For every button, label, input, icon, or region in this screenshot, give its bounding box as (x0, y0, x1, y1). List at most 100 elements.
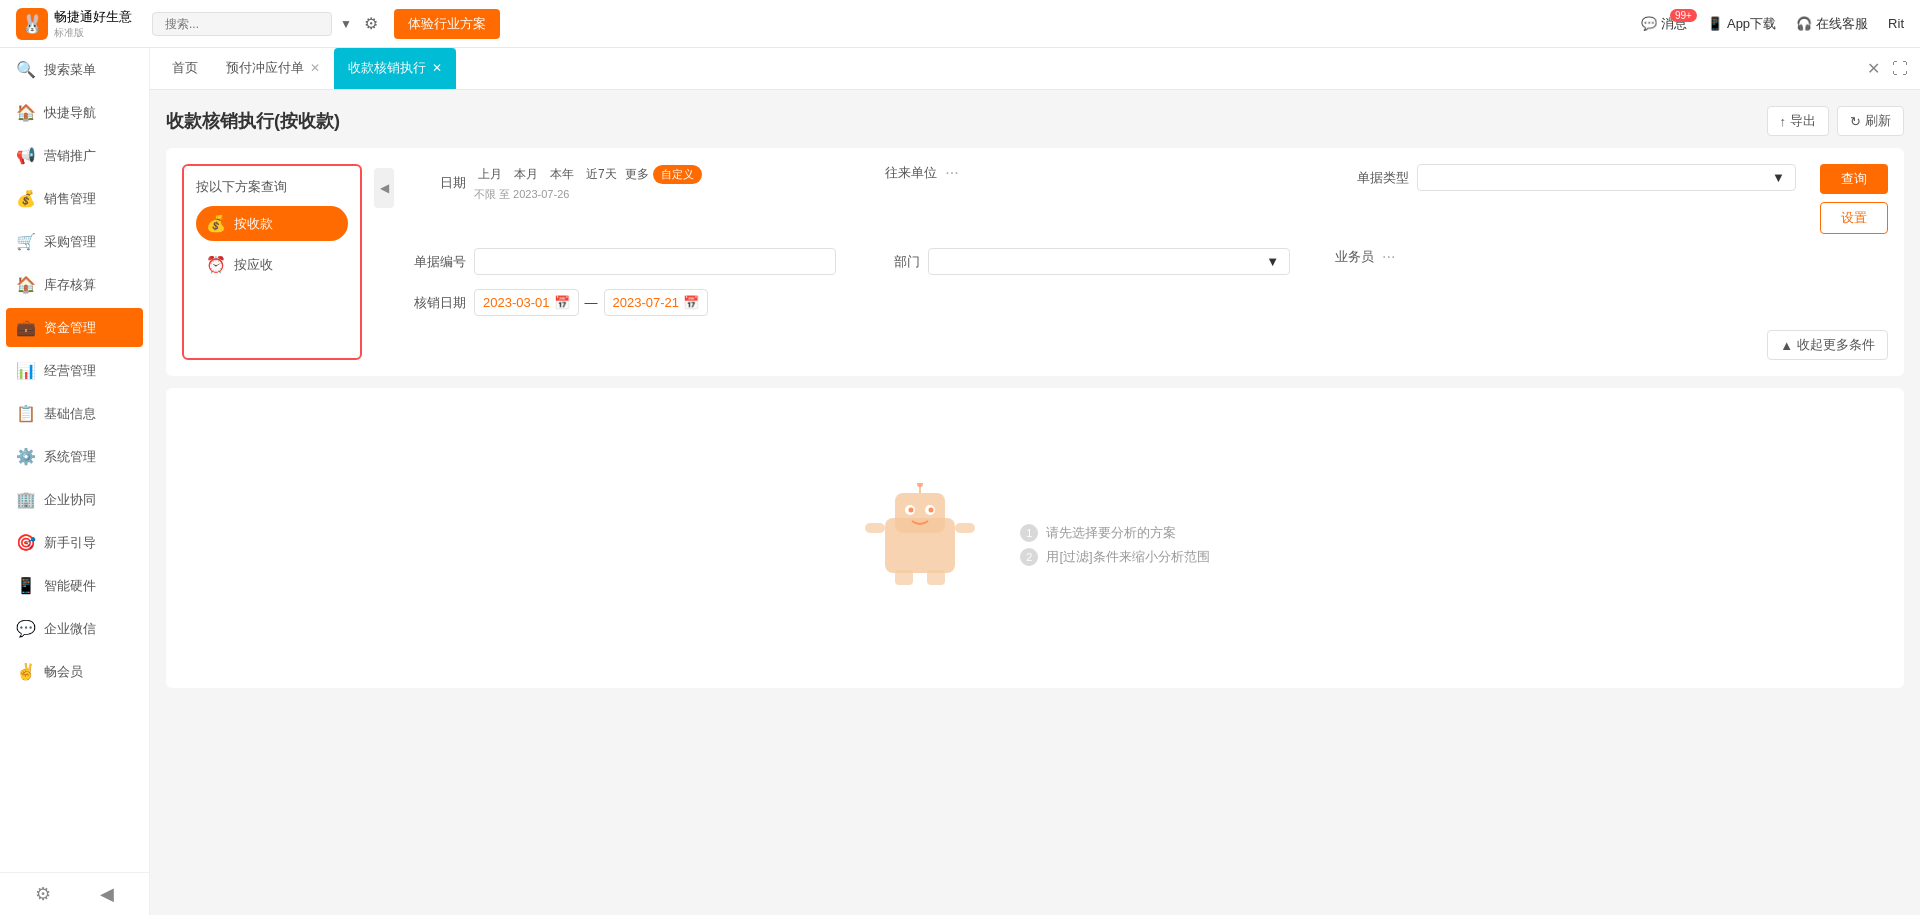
sidebar-item-inventory[interactable]: 🏠 库存核算 (0, 263, 149, 306)
filter-row-1: 日期 上月 本月 本年 近7天 更多 自定义 不限 至 (406, 164, 1888, 234)
sidebar-item-corp[interactable]: 🏢 企业协同 (0, 478, 149, 521)
inventory-icon: 🏠 (16, 275, 36, 294)
sidebar-label-system: 系统管理 (44, 448, 96, 466)
dept-select[interactable]: ▼ (928, 248, 1290, 275)
verify-date-start[interactable]: 2023-03-01 📅 (474, 289, 579, 316)
tip-num-2: 2 (1020, 548, 1038, 566)
page-title: 收款核销执行(按收款) (166, 109, 340, 133)
tab-home[interactable]: 首页 (158, 48, 212, 89)
operation-icon: 📊 (16, 361, 36, 380)
verify-date-end[interactable]: 2023-07-21 📅 (604, 289, 709, 316)
page-header: 收款核销执行(按收款) ↑ 导出 ↻ 刷新 (166, 106, 1904, 136)
sidebar-item-sales[interactable]: 💰 销售管理 (0, 177, 149, 220)
member-icon: ✌️ (16, 662, 36, 681)
setting-button[interactable]: 设置 (1820, 202, 1888, 234)
tab-bar-actions: ✕ ⛶ (1863, 55, 1912, 82)
logo-text-group: 畅捷通好生意 标准版 (54, 8, 132, 40)
empty-svg (860, 483, 980, 593)
filter-staff-group: 业务员 ··· (1314, 248, 1744, 266)
gear-icon[interactable]: ⚙ (364, 14, 378, 33)
page-content: 收款核销执行(按收款) ↑ 导出 ↻ 刷新 按以下方案查询 (150, 90, 1920, 915)
refresh-label: 刷新 (1865, 112, 1891, 130)
sidebar-item-wechat[interactable]: 💬 企业微信 (0, 607, 149, 650)
date-7days[interactable]: 近7天 (582, 164, 621, 185)
search-input[interactable] (152, 12, 332, 36)
system-icon: ⚙️ (16, 447, 36, 466)
sidebar-item-system[interactable]: ⚙️ 系统管理 (0, 435, 149, 478)
collapse-more-arrow: ▲ (1780, 338, 1793, 353)
receivable-option-label: 按应收 (234, 256, 273, 274)
purchase-icon: 🛒 (16, 232, 36, 251)
empty-tip-1: 1 请先选择要分析的方案 (1020, 524, 1209, 542)
staff-label: 业务员 (1314, 248, 1374, 266)
sidebar-item-basic[interactable]: 📋 基础信息 (0, 392, 149, 435)
empty-tip-2: 2 用[过滤]条件来缩小分析范围 (1020, 548, 1209, 566)
tab-receipt[interactable]: 收款核销执行 ✕ (334, 48, 456, 89)
tab-expand-icon[interactable]: ⛶ (1888, 56, 1912, 82)
date-this-year[interactable]: 本年 (546, 164, 578, 185)
hardware-icon: 📱 (16, 576, 36, 595)
settings-bottom-icon[interactable]: ⚙ (35, 883, 51, 905)
filter-docno-group: 单据编号 (406, 248, 836, 275)
tab-bar: 首页 预付冲应付单 ✕ 收款核销执行 ✕ ✕ ⛶ (150, 48, 1920, 90)
filter-panel-title: 按以下方案查询 (196, 178, 348, 196)
message-badge: 99+ (1670, 9, 1697, 22)
search-icon: 🔍 (16, 60, 36, 79)
filter-collapse-toggle[interactable]: ◀ (374, 168, 394, 208)
sidebar-item-hardware[interactable]: 📱 智能硬件 (0, 564, 149, 607)
sidebar-item-purchase[interactable]: 🛒 采购管理 (0, 220, 149, 263)
user-avatar[interactable]: Rit (1888, 16, 1904, 31)
doctype-select[interactable]: ▼ (1417, 164, 1796, 191)
sidebar-item-search[interactable]: 🔍 搜索菜单 (0, 48, 149, 91)
verify-end-value: 2023-07-21 (613, 295, 680, 310)
staff-dots[interactable]: ··· (1382, 248, 1395, 266)
top-bar: 🐰 畅捷通好生意 标准版 ▼ ⚙ 体验行业方案 💬 消息 99+ 📱 App下载… (0, 0, 1920, 48)
industry-solution-button[interactable]: 体验行业方案 (394, 9, 500, 39)
app-download[interactable]: 📱 App下载 (1707, 15, 1776, 33)
docno-input[interactable] (474, 248, 836, 275)
sidebar: 🔍 搜索菜单 🏠 快捷导航 📢 营销推广 💰 销售管理 🛒 采购管理 🏠 库存核… (0, 48, 150, 915)
date-this-month[interactable]: 本月 (510, 164, 542, 185)
tab-prepay[interactable]: 预付冲应付单 ✕ (212, 48, 334, 89)
top-bar-right: 💬 消息 99+ 📱 App下载 🎧 在线客服 Rit (1641, 15, 1904, 33)
filter-option-by-receipt[interactable]: 💰 按收款 (196, 206, 348, 241)
sidebar-item-member[interactable]: ✌️ 畅会员 (0, 650, 149, 693)
sidebar-item-guide[interactable]: 🎯 新手引导 (0, 521, 149, 564)
empty-illustration (860, 478, 980, 598)
sidebar-label-capital: 资金管理 (44, 319, 96, 337)
filter-option-by-receivable[interactable]: ⏰ 按应收 (196, 247, 348, 282)
collapse-sidebar-icon[interactable]: ◀ (100, 883, 114, 905)
sidebar-label-corp: 企业协同 (44, 491, 96, 509)
collapse-more-button[interactable]: ▲ 收起更多条件 (1767, 330, 1888, 360)
tab-close-all-icon[interactable]: ✕ (1863, 55, 1884, 82)
dropdown-icon[interactable]: ▼ (340, 17, 352, 31)
tab-receipt-close[interactable]: ✕ (432, 61, 442, 75)
docno-label: 单据编号 (406, 253, 466, 271)
tab-prepay-close[interactable]: ✕ (310, 61, 320, 75)
tab-receipt-label: 收款核销执行 (348, 59, 426, 77)
tip-num-1: 1 (1020, 524, 1038, 542)
date-custom[interactable]: 自定义 (653, 165, 702, 184)
tab-prepay-label: 预付冲应付单 (226, 59, 304, 77)
date-more[interactable]: 更多 (625, 166, 649, 183)
svg-rect-9 (927, 570, 945, 585)
svg-rect-6 (865, 523, 885, 533)
svg-rect-1 (895, 493, 945, 533)
sidebar-item-capital[interactable]: 💼 资金管理 (6, 308, 143, 347)
content-area: 首页 预付冲应付单 ✕ 收款核销执行 ✕ ✕ ⛶ 收款核销执行(按收款) (150, 48, 1920, 915)
query-button[interactable]: 查询 (1820, 164, 1888, 194)
sidebar-item-quick[interactable]: 🏠 快捷导航 (0, 91, 149, 134)
sidebar-item-operation[interactable]: 📊 经营管理 (0, 349, 149, 392)
user-name: Rit (1888, 16, 1904, 31)
message-icon[interactable]: 💬 消息 99+ (1641, 15, 1687, 33)
export-button[interactable]: ↑ 导出 (1767, 106, 1830, 136)
online-service[interactable]: 🎧 在线客服 (1796, 15, 1868, 33)
refresh-button[interactable]: ↻ 刷新 (1837, 106, 1904, 136)
filter-verify-date-group: 核销日期 2023-03-01 📅 — 2023-07-21 📅 (406, 289, 1888, 316)
sidebar-item-marketing[interactable]: 📢 营销推广 (0, 134, 149, 177)
unit-label: 往来单位 (877, 164, 937, 182)
logo-title: 畅捷通好生意 (54, 8, 132, 26)
unit-dots[interactable]: ··· (945, 164, 958, 182)
calendar-start-icon: 📅 (554, 295, 570, 310)
date-last-month[interactable]: 上月 (474, 164, 506, 185)
